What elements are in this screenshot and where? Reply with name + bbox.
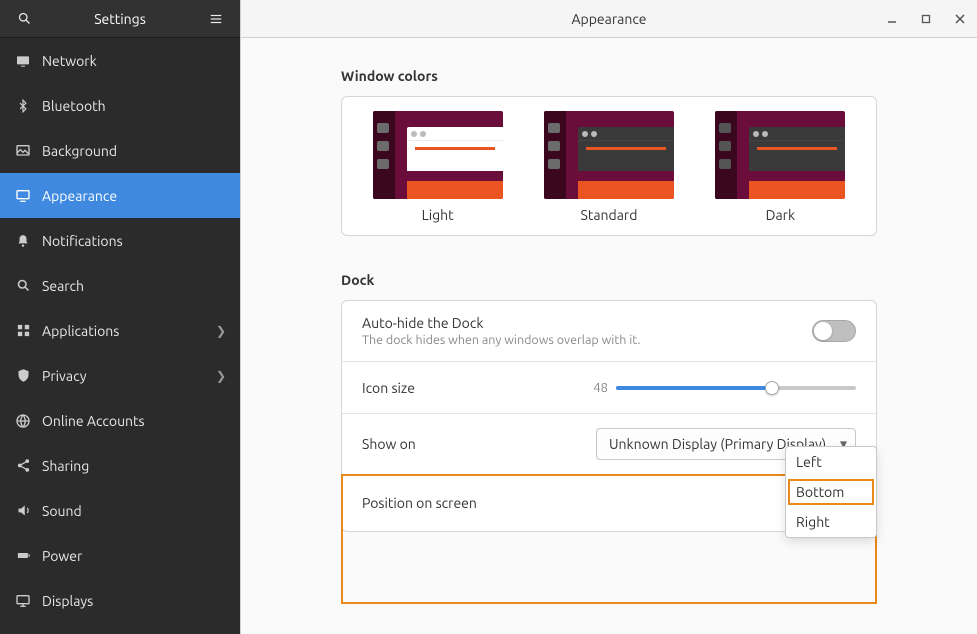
icon-size-label: Icon size xyxy=(362,380,542,396)
sidebar-item-sound[interactable]: Sound xyxy=(0,488,240,533)
sidebar-item-label: Sound xyxy=(42,503,226,519)
autohide-label: Auto-hide the Dock xyxy=(362,315,798,331)
sidebar-item-power[interactable]: Power xyxy=(0,533,240,578)
sidebar-item-label: Network xyxy=(42,53,226,69)
sidebar-item-notifications[interactable]: Notifications xyxy=(0,218,240,263)
close-icon xyxy=(955,14,965,24)
position-option-right[interactable]: Right xyxy=(786,507,876,537)
content-area: Window colors Light Standard xyxy=(241,38,977,634)
sidebar-item-sharing[interactable]: Sharing xyxy=(0,443,240,488)
bluetooth-icon xyxy=(14,97,32,115)
sidebar-item-label: Sharing xyxy=(42,458,226,474)
autohide-switch[interactable] xyxy=(812,320,856,342)
theme-option-dark[interactable]: Dark xyxy=(715,111,845,223)
maximize-icon xyxy=(921,14,931,24)
sidebar-item-label: Background xyxy=(42,143,226,159)
sidebar-nav: Network Bluetooth Background Appearance … xyxy=(0,38,240,623)
search-icon xyxy=(17,11,32,26)
menu-button[interactable] xyxy=(202,5,230,33)
page-title: Appearance xyxy=(241,11,977,27)
sidebar-item-label: Notifications xyxy=(42,233,226,249)
dock-row-autohide: Auto-hide the Dock The dock hides when a… xyxy=(342,301,876,362)
search-icon xyxy=(14,277,32,295)
sharing-icon xyxy=(14,457,32,475)
sidebar-item-label: Displays xyxy=(42,593,226,609)
theme-preview-standard xyxy=(544,111,674,199)
sidebar-item-label: Bluetooth xyxy=(42,98,226,114)
slider-fill xyxy=(616,386,772,390)
hamburger-icon xyxy=(209,12,223,26)
icon-size-slider[interactable] xyxy=(616,386,856,390)
main-panel: Appearance Window colors Light xyxy=(240,0,977,634)
theme-preview-dark xyxy=(715,111,845,199)
sidebar-item-applications[interactable]: Applications ❯ xyxy=(0,308,240,353)
sidebar-item-privacy[interactable]: Privacy ❯ xyxy=(0,353,240,398)
sidebar-item-displays[interactable]: Displays xyxy=(0,578,240,623)
sidebar-item-label: Appearance xyxy=(42,188,226,204)
position-option-left[interactable]: Left xyxy=(786,447,876,477)
window-colors-heading: Window colors xyxy=(341,68,877,84)
position-option-bottom[interactable]: Bottom xyxy=(786,477,876,507)
window-controls xyxy=(875,0,977,38)
sidebar-item-appearance[interactable]: Appearance xyxy=(0,173,240,218)
position-label: Position on screen xyxy=(362,495,542,511)
switch-knob xyxy=(814,322,832,340)
window-colors-card: Light Standard Dark xyxy=(341,96,877,236)
icon-size-value: 48 xyxy=(593,381,608,395)
settings-sidebar: Settings Network Bluetooth Background Ap… xyxy=(0,0,240,634)
sidebar-item-label: Search xyxy=(42,278,226,294)
sidebar-item-online-accounts[interactable]: Online Accounts xyxy=(0,398,240,443)
theme-option-standard[interactable]: Standard xyxy=(544,111,674,223)
notifications-icon xyxy=(14,232,32,250)
background-icon xyxy=(14,142,32,160)
appearance-icon xyxy=(14,187,32,205)
autohide-sub: The dock hides when any windows overlap … xyxy=(362,333,798,347)
network-icon xyxy=(14,52,32,70)
minimize-icon xyxy=(887,14,897,24)
theme-label: Standard xyxy=(581,207,638,223)
theme-label: Dark xyxy=(766,207,795,223)
slider-thumb[interactable] xyxy=(765,381,779,395)
search-button[interactable] xyxy=(10,5,38,33)
show-on-label: Show on xyxy=(362,436,542,452)
sidebar-item-search[interactable]: Search xyxy=(0,263,240,308)
sidebar-title: Settings xyxy=(38,11,202,27)
sidebar-item-label: Applications xyxy=(42,323,216,339)
privacy-icon xyxy=(14,367,32,385)
sidebar-item-network[interactable]: Network xyxy=(0,38,240,83)
sidebar-item-background[interactable]: Background xyxy=(0,128,240,173)
maximize-button[interactable] xyxy=(909,0,943,38)
titlebar: Appearance xyxy=(241,0,977,38)
chevron-right-icon: ❯ xyxy=(216,324,226,338)
chevron-right-icon: ❯ xyxy=(216,369,226,383)
dock-row-icon-size: Icon size 48 xyxy=(342,362,876,414)
sidebar-header: Settings xyxy=(0,0,240,38)
displays-icon xyxy=(14,592,32,610)
applications-icon xyxy=(14,322,32,340)
theme-label: Light xyxy=(422,207,454,223)
sound-icon xyxy=(14,502,32,520)
sidebar-item-label: Power xyxy=(42,548,226,564)
sidebar-item-bluetooth[interactable]: Bluetooth xyxy=(0,83,240,128)
sidebar-item-label: Online Accounts xyxy=(42,413,226,429)
close-button[interactable] xyxy=(943,0,977,38)
theme-preview-light xyxy=(373,111,503,199)
power-icon xyxy=(14,547,32,565)
online-accounts-icon xyxy=(14,412,32,430)
sidebar-item-label: Privacy xyxy=(42,368,216,384)
theme-option-light[interactable]: Light xyxy=(373,111,503,223)
position-dropdown: Left Bottom Right xyxy=(785,446,877,538)
minimize-button[interactable] xyxy=(875,0,909,38)
dock-heading: Dock xyxy=(341,272,877,288)
